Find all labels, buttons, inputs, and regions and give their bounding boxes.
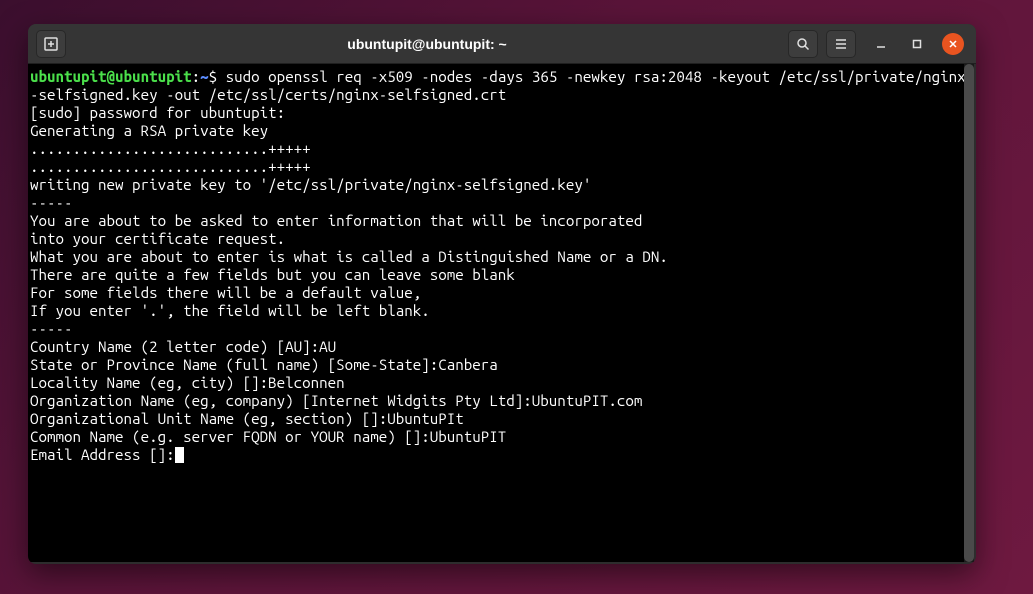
output-line: For some fields there will be a default …: [30, 284, 421, 301]
output-line: Country Name (2 letter code) [AU]:AU: [30, 338, 336, 355]
output-line: State or Province Name (full name) [Some…: [30, 356, 498, 373]
window-title: ubuntupit@ubuntupit: ~: [74, 36, 780, 52]
new-tab-button[interactable]: [36, 30, 66, 58]
output-line: -----: [30, 320, 73, 337]
close-button[interactable]: [942, 33, 964, 55]
prompt-sep: :: [192, 68, 201, 85]
terminal-window: ubuntupit@ubuntupit: ~: [28, 24, 976, 564]
titlebar: ubuntupit@ubuntupit: ~: [28, 24, 976, 64]
output-line: into your certificate request.: [30, 230, 285, 247]
output-line: If you enter '.', the field will be left…: [30, 302, 430, 319]
prompt-path: ~: [200, 68, 209, 85]
output-line: -----: [30, 194, 73, 211]
cursor-icon: [175, 447, 184, 463]
terminal-content[interactable]: ubuntupit@ubuntupit:~$ sudo openssl req …: [30, 68, 968, 464]
prompt-symbol: $: [209, 68, 226, 85]
output-line: You are about to be asked to enter infor…: [30, 212, 642, 229]
output-line: Organization Name (eg, company) [Interne…: [30, 392, 642, 409]
output-line: Locality Name (eg, city) []:Belconnen: [30, 374, 345, 391]
menu-button[interactable]: [826, 30, 856, 58]
maximize-button[interactable]: [906, 33, 928, 55]
output-line: Common Name (e.g. server FQDN or YOUR na…: [30, 428, 506, 445]
scrollbar-thumb[interactable]: [964, 64, 974, 562]
scrollbar[interactable]: [964, 64, 974, 562]
terminal-body[interactable]: ubuntupit@ubuntupit:~$ sudo openssl req …: [28, 64, 974, 562]
search-button[interactable]: [788, 30, 818, 58]
output-line: [sudo] password for ubuntupit:: [30, 104, 285, 121]
output-line: Organizational Unit Name (eg, section) […: [30, 410, 464, 427]
prompt-user: ubuntupit@ubuntupit: [30, 68, 192, 85]
window-controls: [870, 33, 964, 55]
output-line: ............................+++++: [30, 158, 311, 175]
output-line: Email Address []:: [30, 446, 175, 463]
output-line: ............................+++++: [30, 140, 311, 157]
minimize-button[interactable]: [870, 33, 892, 55]
output-line: What you are about to enter is what is c…: [30, 248, 668, 265]
output-line: writing new private key to '/etc/ssl/pri…: [30, 176, 591, 193]
output-line: Generating a RSA private key: [30, 122, 268, 139]
output-line: There are quite a few fields but you can…: [30, 266, 515, 283]
